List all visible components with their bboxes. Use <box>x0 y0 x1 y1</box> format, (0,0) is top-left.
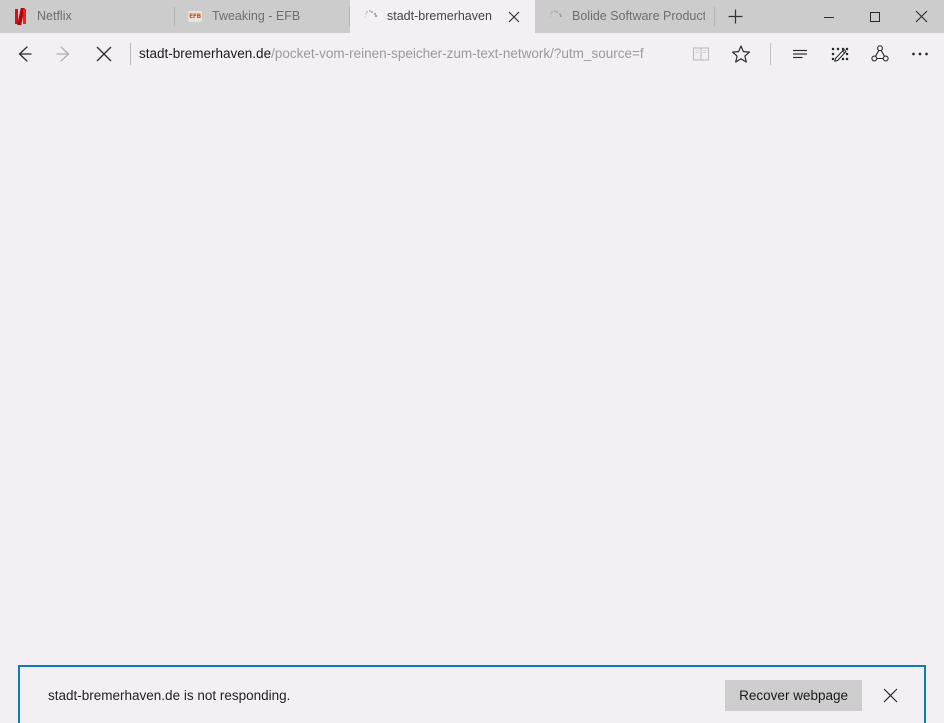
url-display: stadt-bremerhaven.de/pocket-vom-reinen-s… <box>139 34 644 74</box>
tab-strip-drag-area <box>755 0 806 33</box>
tab-title: Netflix <box>37 9 72 23</box>
tab-netflix[interactable]: Netflix <box>0 0 175 33</box>
url-path: /pocket-vom-reinen-speicher-zum-text-net… <box>271 46 644 61</box>
close-icon[interactable] <box>870 675 910 715</box>
notification-bar: stadt-bremerhaven.de is not responding. … <box>18 665 926 723</box>
tab-bolide-software-product[interactable]: Bolide Software Product <box>535 0 715 33</box>
stop-button[interactable] <box>84 34 124 74</box>
favorites-button[interactable] <box>721 34 761 74</box>
tab-list: Netflix EFB Tweaking - EFB stadt-bremerh… <box>0 0 755 33</box>
hub-lines-icon <box>793 49 807 59</box>
tab-title: stadt-bremerhaven.c <box>387 9 493 23</box>
loading-spinner-icon <box>547 9 563 25</box>
tab-tweaking-efb[interactable]: EFB Tweaking - EFB <box>175 0 350 33</box>
tab-title: Bolide Software Product <box>572 9 705 23</box>
plus-icon <box>728 9 742 24</box>
back-button[interactable] <box>4 34 44 74</box>
forward-button[interactable] <box>44 34 84 74</box>
browser-toolbar: stadt-bremerhaven.de/pocket-vom-reinen-s… <box>0 33 944 75</box>
loading-spinner-icon <box>362 9 378 25</box>
share-icon <box>871 45 889 62</box>
reading-view-button[interactable] <box>681 34 721 74</box>
star-icon <box>731 45 751 63</box>
book-icon <box>692 47 710 61</box>
ellipsis-icon <box>912 52 928 56</box>
share-button[interactable] <box>860 34 900 74</box>
maximize-icon <box>870 11 880 22</box>
tab-strip: Netflix EFB Tweaking - EFB stadt-bremerh… <box>0 0 944 33</box>
more-button[interactable] <box>900 34 940 74</box>
minimize-icon <box>824 16 834 18</box>
close-icon <box>915 10 927 23</box>
new-tab-button[interactable] <box>715 0 755 33</box>
toolbar-divider-2 <box>770 43 771 65</box>
pencil-note-icon <box>831 47 849 62</box>
url-host: stadt-bremerhaven.de <box>139 46 272 61</box>
toolbar-divider <box>130 43 131 65</box>
arrow-right-icon <box>56 46 70 62</box>
close-window-button[interactable] <box>898 0 944 33</box>
tab-title: Tweaking - EFB <box>212 9 301 23</box>
hub-button[interactable] <box>780 34 820 74</box>
efb-icon-label: EFB <box>188 11 202 22</box>
efb-icon: EFB <box>187 9 203 25</box>
notification-message: stadt-bremerhaven.de is not responding. <box>48 687 291 703</box>
address-bar[interactable]: stadt-bremerhaven.de/pocket-vom-reinen-s… <box>139 34 681 74</box>
recover-webpage-button[interactable]: Recover webpage <box>725 679 862 711</box>
web-note-button[interactable] <box>820 34 860 74</box>
close-icon[interactable] <box>503 6 525 28</box>
close-icon <box>96 46 112 62</box>
maximize-button[interactable] <box>852 0 898 33</box>
arrow-left-icon <box>18 46 32 62</box>
browser-window: Netflix EFB Tweaking - EFB stadt-bremerh… <box>0 0 944 723</box>
minimize-button[interactable] <box>806 0 852 33</box>
netflix-icon <box>12 8 28 25</box>
tab-stadt-bremerhaven[interactable]: stadt-bremerhaven.c <box>350 0 535 33</box>
page-content-area: stadt-bremerhaven.de is not responding. … <box>0 75 944 723</box>
window-controls <box>806 0 944 33</box>
